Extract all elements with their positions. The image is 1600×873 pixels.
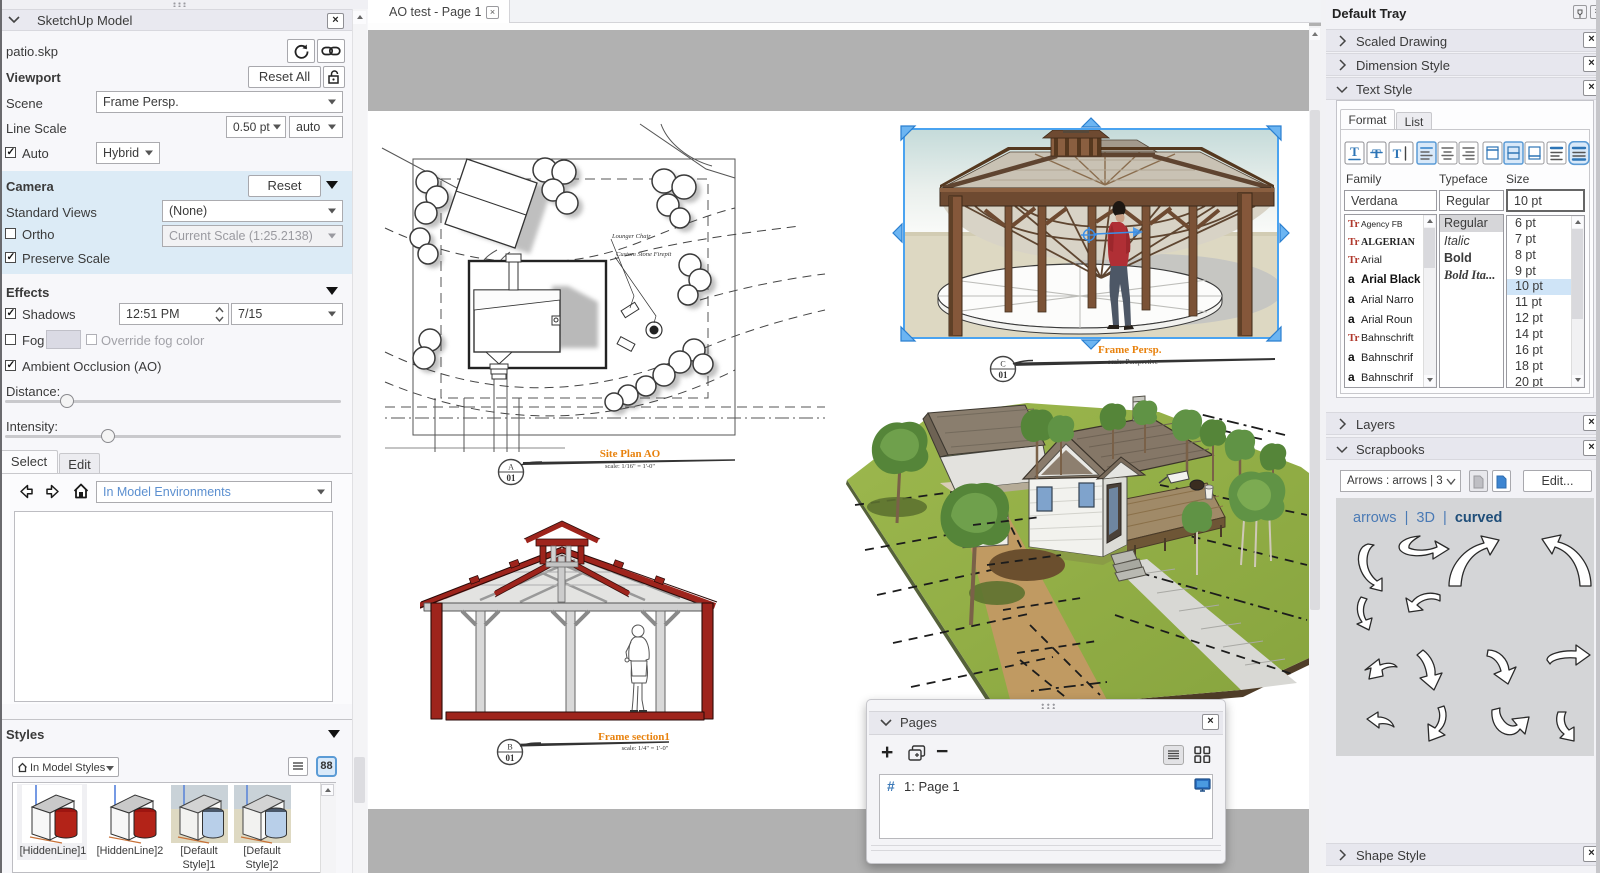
svg-text:scale: 1/4" = 1'-0": scale: 1/4" = 1'-0" (622, 745, 669, 752)
svg-text:T: T (1372, 146, 1381, 161)
svg-text:T: T (1393, 146, 1402, 161)
svg-text:01: 01 (507, 473, 517, 483)
svg-text:Site Plan AO: Site Plan AO (600, 448, 661, 460)
svg-text:01: 01 (999, 370, 1009, 380)
svg-text:B: B (507, 743, 512, 752)
svg-text:a: a (1348, 272, 1355, 286)
svg-text:Agency FB: Agency FB (1361, 219, 1403, 229)
svg-text:Style]2: Style]2 (245, 859, 278, 871)
svg-text:a: a (1348, 292, 1355, 306)
svg-text:Bahnschrift: Bahnschrift (1361, 332, 1414, 344)
svg-text:Tr: Tr (1348, 236, 1360, 248)
svg-text:Custom Stone Firepit: Custom Stone Firepit (616, 251, 672, 258)
svg-text:[HiddenLine]2: [HiddenLine]2 (97, 845, 164, 857)
svg-text:Arial Black: Arial Black (1361, 274, 1421, 286)
svg-text:Bahnschrif: Bahnschrif (1361, 372, 1414, 384)
svg-text:Tr: Tr (1348, 332, 1360, 344)
svg-text:scale: 1/16" = 1'-0": scale: 1/16" = 1'-0" (605, 463, 655, 470)
svg-text:a: a (1348, 370, 1355, 384)
svg-text:Arial Narro: Arial Narro (1361, 294, 1414, 306)
svg-text:a: a (1348, 312, 1355, 326)
svg-text:Lounger Chair: Lounger Chair (611, 233, 651, 240)
svg-text:Arial Roun: Arial Roun (1361, 314, 1412, 326)
svg-text:C: C (1000, 360, 1005, 369)
svg-text:Arial: Arial (1361, 254, 1382, 266)
svg-text:[Default: [Default (243, 845, 280, 857)
svg-text:T: T (1350, 144, 1359, 159)
svg-text:Tr: Tr (1348, 254, 1360, 266)
svg-text:[Default: [Default (180, 845, 217, 857)
svg-text:[HiddenLine]1: [HiddenLine]1 (20, 845, 87, 857)
svg-text:01: 01 (506, 753, 516, 763)
svg-text:Style]1: Style]1 (182, 859, 215, 871)
svg-text:A: A (508, 463, 514, 472)
svg-text:Frame section1: Frame section1 (598, 731, 670, 743)
svg-text:Bahnschrif: Bahnschrif (1361, 352, 1414, 364)
svg-text:a: a (1348, 350, 1355, 364)
svg-text:Tr: Tr (1348, 218, 1360, 230)
svg-text:ALGERIAN: ALGERIAN (1361, 237, 1416, 248)
